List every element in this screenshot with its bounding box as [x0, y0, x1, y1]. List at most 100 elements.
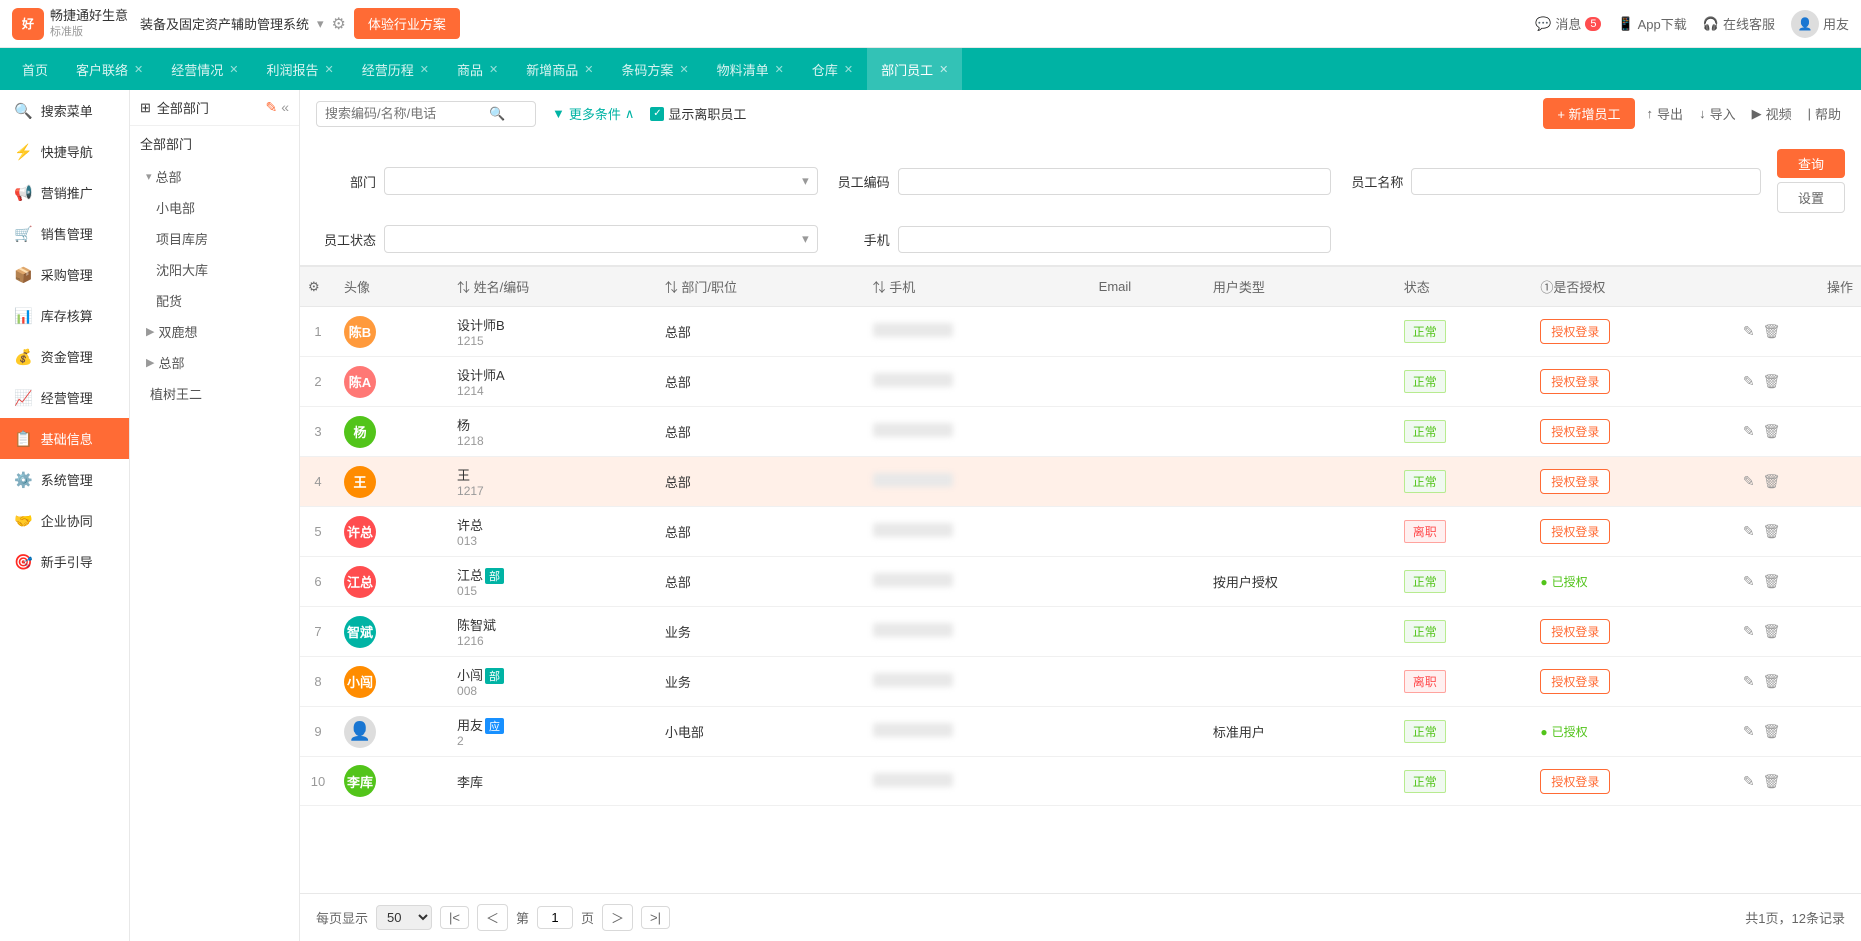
col-phone[interactable]: ⇅ 手机	[865, 267, 1091, 307]
left-nav-item-营销推广[interactable]: 📢营销推广	[0, 172, 129, 213]
dept-filter-select[interactable]: ▾	[384, 167, 818, 195]
app-download-button[interactable]: 📱 App下载	[1617, 14, 1686, 33]
nav-tab-新增商品[interactable]: 新增商品✕	[512, 48, 607, 90]
close-tab-icon[interactable]: ✕	[584, 63, 593, 76]
edit-icon[interactable]: ✎	[1743, 423, 1755, 440]
auth-login-button[interactable]: 授权登录	[1540, 469, 1610, 494]
page-size-select[interactable]: 50 100 200	[376, 905, 432, 930]
delete-icon[interactable]: 🗑	[1763, 673, 1781, 690]
dept-child-xiaodian[interactable]: 小电部	[130, 192, 299, 223]
left-nav-item-系统管理[interactable]: ⚙️系统管理	[0, 459, 129, 500]
auth-login-button[interactable]: 授权登录	[1540, 619, 1610, 644]
nav-tab-客户联络[interactable]: 客户联络✕	[62, 48, 157, 90]
delete-icon[interactable]: 🗑	[1763, 323, 1781, 340]
left-nav-item-采购管理[interactable]: 📦采购管理	[0, 254, 129, 295]
col-dept-position[interactable]: ⇅ 部门/职位	[657, 267, 865, 307]
edit-icon[interactable]: ✎	[1743, 373, 1755, 390]
user-menu-button[interactable]: 👤 用友	[1791, 10, 1849, 38]
dept-child-peihuo[interactable]: 配货	[130, 285, 299, 316]
edit-icon[interactable]: ✎	[1743, 573, 1755, 590]
filter-more-button[interactable]: ▼ 更多条件 ∧	[544, 100, 642, 127]
prev-page-button[interactable]: ＜	[477, 904, 508, 931]
all-dept-item[interactable]: 全部部门	[130, 126, 299, 161]
export-button[interactable]: ↑ 导出	[1643, 100, 1688, 127]
left-nav-item-库存核算[interactable]: 📊库存核算	[0, 295, 129, 336]
nav-tab-部门员工[interactable]: 部门员工✕	[867, 48, 962, 90]
left-nav-item-经营管理[interactable]: 📈经营管理	[0, 377, 129, 418]
auth-login-button[interactable]: 授权登录	[1540, 769, 1610, 794]
next-page-button[interactable]: ＞	[602, 904, 633, 931]
edit-icon[interactable]: ✎	[1743, 723, 1755, 740]
delete-icon[interactable]: 🗑	[1763, 573, 1781, 590]
auth-login-button[interactable]: 授权登录	[1540, 369, 1610, 394]
close-tab-icon[interactable]: ✕	[939, 63, 948, 76]
nav-tab-首页[interactable]: 首页	[8, 48, 62, 90]
add-employee-button[interactable]: + 新增员工	[1543, 98, 1634, 129]
import-button[interactable]: ↓ 导入	[1695, 100, 1740, 127]
auth-login-button[interactable]: 授权登录	[1540, 419, 1610, 444]
auth-login-button[interactable]: 授权登录	[1540, 519, 1610, 544]
online-service-button[interactable]: 🎧 在线客服	[1703, 14, 1775, 33]
reset-button[interactable]: 设置	[1777, 182, 1845, 213]
close-tab-icon[interactable]: ✕	[420, 63, 429, 76]
nav-tab-物料清单[interactable]: 物料清单✕	[703, 48, 798, 90]
delete-icon[interactable]: 🗑	[1763, 523, 1781, 540]
nav-tab-经营历程[interactable]: 经营历程✕	[348, 48, 443, 90]
nav-tab-条码方案[interactable]: 条码方案✕	[607, 48, 702, 90]
gear-icon[interactable]: ⚙	[332, 14, 346, 34]
left-nav-item-销售管理[interactable]: 🛒销售管理	[0, 213, 129, 254]
close-tab-icon[interactable]: ✕	[844, 63, 853, 76]
delete-icon[interactable]: 🗑	[1763, 373, 1781, 390]
delete-icon[interactable]: 🗑	[1763, 773, 1781, 790]
auth-login-button[interactable]: 授权登录	[1540, 669, 1610, 694]
trial-button[interactable]: 体验行业方案	[354, 8, 460, 39]
first-page-button[interactable]: |<	[440, 906, 469, 929]
delete-icon[interactable]: 🗑	[1763, 623, 1781, 640]
edit-icon[interactable]: ✎	[1743, 323, 1755, 340]
emp-code-filter-input[interactable]	[898, 168, 1332, 195]
delete-icon[interactable]: 🗑	[1763, 473, 1781, 490]
close-tab-icon[interactable]: ✕	[229, 63, 238, 76]
phone-filter-input[interactable]	[898, 226, 1332, 253]
dept-edit-icon[interactable]: ✎	[265, 99, 277, 116]
left-nav-item-新手引导[interactable]: 🎯新手引导	[0, 541, 129, 582]
col-name-code[interactable]: ⇅ 姓名/编码	[449, 267, 657, 307]
delete-icon[interactable]: 🗑	[1763, 423, 1781, 440]
collapse-icon[interactable]: «	[281, 99, 289, 116]
left-nav-item-快捷导航[interactable]: ⚡快捷导航	[0, 131, 129, 172]
dept-child-shenyang[interactable]: 沈阳大库	[130, 254, 299, 285]
close-tab-icon[interactable]: ✕	[679, 63, 688, 76]
nav-tab-商品[interactable]: 商品✕	[443, 48, 512, 90]
last-page-button[interactable]: >|	[641, 906, 670, 929]
emp-status-filter-select[interactable]: ▾	[384, 225, 818, 253]
help-button[interactable]: | 帮助	[1804, 100, 1845, 127]
view-button[interactable]: ▶ 视频	[1748, 100, 1796, 127]
dept-group-zongbu[interactable]: ▾ 总部	[130, 161, 299, 192]
nav-tab-仓库[interactable]: 仓库✕	[798, 48, 867, 90]
close-tab-icon[interactable]: ✕	[775, 63, 784, 76]
left-nav-item-基础信息[interactable]: 📋基础信息	[0, 418, 129, 459]
dept-group-zhishu[interactable]: 植树王二	[130, 378, 299, 409]
edit-icon[interactable]: ✎	[1743, 623, 1755, 640]
search-input[interactable]	[325, 106, 485, 121]
show-resigned-checkbox[interactable]: ✓ 显示离职员工	[650, 104, 746, 123]
edit-icon[interactable]: ✎	[1743, 473, 1755, 490]
close-tab-icon[interactable]: ✕	[489, 63, 498, 76]
emp-name-filter-input[interactable]	[1411, 168, 1761, 195]
dept-group-zongbu2[interactable]: ▶ 总部	[130, 347, 299, 378]
edit-icon[interactable]: ✎	[1743, 673, 1755, 690]
message-button[interactable]: 💬 消息 5	[1535, 14, 1601, 33]
close-tab-icon[interactable]: ✕	[134, 63, 143, 76]
auth-login-button[interactable]: 授权登录	[1540, 319, 1610, 344]
dept-group-shuanglu[interactable]: ▶ 双鹿想	[130, 316, 299, 347]
nav-tab-利润报告[interactable]: 利润报告✕	[252, 48, 347, 90]
search-box[interactable]: 🔍	[316, 101, 536, 127]
delete-icon[interactable]: 🗑	[1763, 723, 1781, 740]
edit-icon[interactable]: ✎	[1743, 773, 1755, 790]
left-nav-item-资金管理[interactable]: 💰资金管理	[0, 336, 129, 377]
close-tab-icon[interactable]: ✕	[325, 63, 334, 76]
search-button[interactable]: 查询	[1777, 149, 1845, 178]
page-number-input[interactable]	[537, 906, 573, 929]
left-nav-item-企业协同[interactable]: 🤝企业协同	[0, 500, 129, 541]
dept-child-xiangmu[interactable]: 项目库房	[130, 223, 299, 254]
